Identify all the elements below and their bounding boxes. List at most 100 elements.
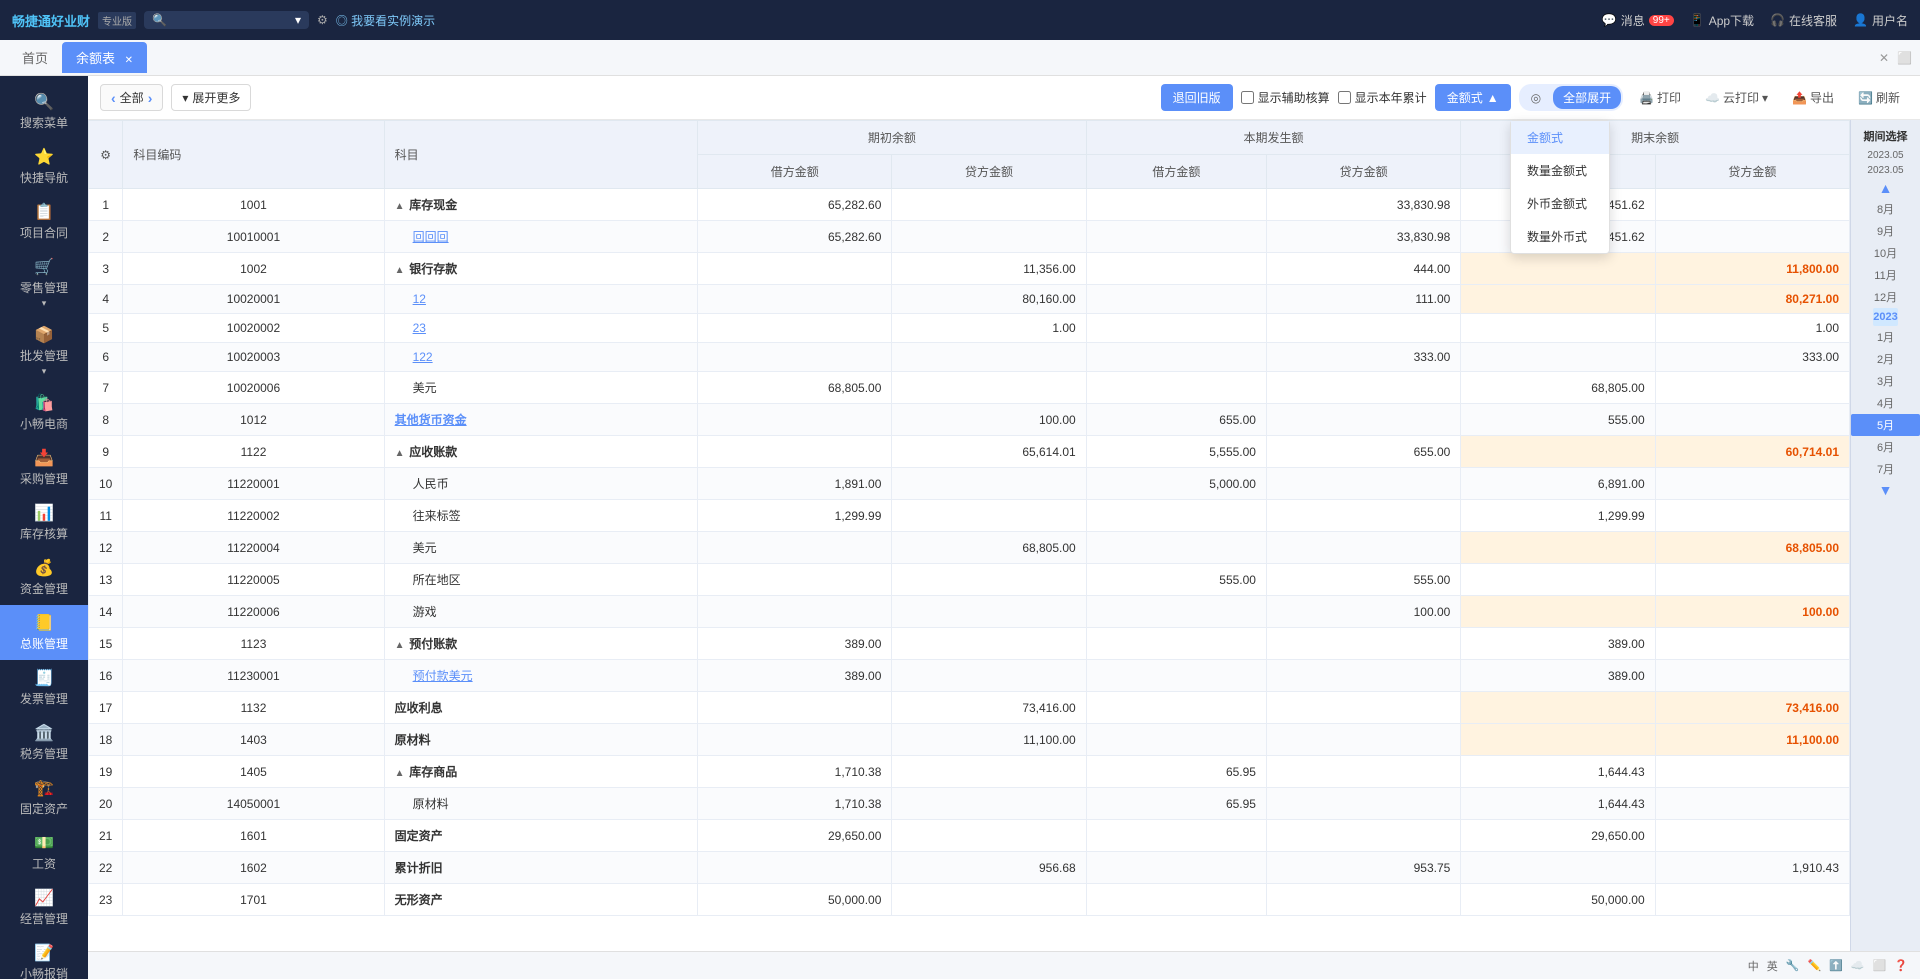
toggle-expand-all[interactable]: 全部展开 [1553, 86, 1621, 109]
lang-en-btn[interactable]: 英 [1767, 958, 1778, 974]
settings-icon[interactable]: ⚙ [317, 13, 328, 27]
month-10[interactable]: 10月 [1851, 242, 1920, 264]
month-1[interactable]: 1月 [1851, 326, 1920, 348]
toolbar: ‹ 全部 › ▾ 展开更多 退回旧版 显示辅助核算 显示本年累计 金额 [88, 76, 1920, 120]
cell-rownum: 15 [89, 628, 123, 660]
account-name: 美元 [413, 381, 437, 395]
user-label: 用户名 [1872, 12, 1908, 29]
sidebar-item-inventory[interactable]: 📊 库存核算 [0, 495, 88, 550]
expand-btn[interactable]: ▾ 展开更多 [171, 84, 251, 111]
inventory-icon: 📊 [34, 503, 54, 523]
refresh-btn[interactable]: 🔄 刷新 [1850, 85, 1908, 110]
sidebar-item-project[interactable]: 📋 项目合同 [0, 194, 88, 249]
month-9[interactable]: 9月 [1851, 220, 1920, 242]
cell-name[interactable]: 23 [384, 314, 697, 343]
tab-minimize-icon[interactable]: ✕ [1879, 51, 1889, 65]
print-label: 打印 [1657, 89, 1681, 106]
settings-icon[interactable]: ⚙ [100, 148, 111, 162]
search-box[interactable]: 🔍 ▾ [144, 11, 309, 29]
cell-name[interactable]: 12 [384, 285, 697, 314]
cell-cl-credit: 100.00 [1655, 596, 1849, 628]
tool4-btn[interactable]: ☁️ [1851, 959, 1865, 972]
tab-actions: ✕ ⬜ [1879, 51, 1912, 65]
cloud-print-btn[interactable]: ☁️ 云打印 ▾ [1697, 85, 1776, 110]
month-8[interactable]: 8月 [1851, 198, 1920, 220]
dropdown-item-qty-foreign[interactable]: 数量外币式 [1511, 220, 1609, 253]
expand-icon[interactable]: ▲ [395, 640, 408, 651]
cell-name[interactable]: 其他货币资金 [384, 404, 697, 436]
tool1-btn[interactable]: 🔧 [1786, 959, 1800, 972]
cell-ob-debit [698, 285, 892, 314]
cell-name[interactable]: 回回回 [384, 221, 697, 253]
messages-btn[interactable]: 💬 消息 99+ [1602, 12, 1674, 29]
sidebar-item-ledger[interactable]: 📒 总账管理 [0, 605, 88, 660]
expand-icon[interactable]: ▲ [395, 768, 408, 779]
cell-name: 无形资产 [384, 884, 697, 916]
show-ytd-checkbox[interactable] [1338, 91, 1351, 104]
sidebar-item-retail[interactable]: 🛒 零售管理 ▾ [0, 249, 88, 317]
year-2023[interactable]: 2023 [1873, 308, 1897, 326]
table-row: 1011220001人民币1,891.005,000.006,891.00 [89, 468, 1850, 500]
lang-zh-btn[interactable]: 中 [1748, 958, 1759, 974]
filter-btn[interactable]: ‹ 全部 › [100, 84, 163, 111]
tool5-btn[interactable]: ⬜ [1873, 959, 1887, 972]
sidebar-label-ecommerce: 小畅电商 [20, 415, 68, 432]
cell-ob-debit [698, 692, 892, 724]
print-btn[interactable]: 🖨️ 打印 [1631, 85, 1689, 110]
sidebar-item-expense[interactable]: 📝 小畅报销 [0, 935, 88, 979]
export-btn[interactable]: 📤 导出 [1784, 85, 1842, 110]
tool6-btn[interactable]: ❓ [1894, 959, 1908, 972]
display-mode-btn[interactable]: 金额式 ▲ [1435, 84, 1511, 111]
month-12[interactable]: 12月 [1851, 286, 1920, 308]
main-layout: 🔍 搜索菜单 ⭐ 快捷导航 📋 项目合同 🛒 零售管理 ▾ 📦 批发管理 ▾ 🛍… [0, 76, 1920, 979]
download-btn[interactable]: 📱 App下载 [1690, 12, 1754, 29]
tab-balance[interactable]: 余额表 ✕ [62, 42, 147, 73]
back-old-version-btn[interactable]: 退回旧版 [1161, 84, 1233, 111]
toggle-collapse[interactable]: ◎ [1521, 88, 1551, 108]
sidebar-item-assets[interactable]: 🏗️ 固定资产 [0, 770, 88, 825]
prev-year-arrow[interactable]: ▲ [1877, 178, 1895, 198]
sidebar-item-tax[interactable]: 🏛️ 税务管理 [0, 715, 88, 770]
user-btn[interactable]: 👤 用户名 [1853, 12, 1908, 29]
sidebar-item-operations[interactable]: 📈 经营管理 [0, 880, 88, 935]
next-year-arrow[interactable]: ▼ [1877, 480, 1895, 500]
expand-icon[interactable]: ▲ [395, 201, 408, 212]
tab-maximize-icon[interactable]: ⬜ [1897, 51, 1912, 65]
month-2[interactable]: 2月 [1851, 348, 1920, 370]
sidebar-item-wholesale[interactable]: 📦 批发管理 ▾ [0, 317, 88, 385]
tool3-btn[interactable]: ⬆️ [1829, 959, 1843, 972]
month-7[interactable]: 7月 [1851, 458, 1920, 480]
tab-close-icon[interactable]: ✕ [125, 55, 133, 66]
show-auxiliary-checkbox[interactable] [1241, 91, 1254, 104]
tool2-btn[interactable]: ✏️ [1807, 959, 1821, 972]
cell-rownum: 8 [89, 404, 123, 436]
cell-name[interactable]: 预付款美元 [384, 660, 697, 692]
dropdown-item-foreign-amount[interactable]: 外币金额式 [1511, 187, 1609, 220]
month-11[interactable]: 11月 [1851, 264, 1920, 286]
cell-cp-debit [1086, 253, 1266, 285]
demo-link[interactable]: ◎ 我要看实例演示 [336, 12, 435, 29]
month-4[interactable]: 4月 [1851, 392, 1920, 414]
sidebar-item-invoice[interactable]: 🧾 发票管理 [0, 660, 88, 715]
month-5[interactable]: 5月 [1851, 414, 1920, 436]
service-btn[interactable]: 🎧 在线客服 [1770, 12, 1837, 29]
th-settings[interactable]: ⚙ [89, 121, 123, 189]
month-6[interactable]: 6月 [1851, 436, 1920, 458]
cell-cl-credit [1655, 468, 1849, 500]
dropdown-item-amount[interactable]: 金额式 [1511, 121, 1609, 154]
sidebar-item-nav[interactable]: ⭐ 快捷导航 [0, 139, 88, 194]
expand-icon[interactable]: ▲ [395, 265, 408, 276]
cell-name[interactable]: 122 [384, 343, 697, 372]
month-3[interactable]: 3月 [1851, 370, 1920, 392]
sidebar-item-purchase[interactable]: 📥 采购管理 [0, 440, 88, 495]
sidebar-label-assets: 固定资产 [20, 800, 68, 817]
dropdown-item-qty-amount[interactable]: 数量金额式 [1511, 154, 1609, 187]
search-input[interactable] [171, 13, 291, 27]
sidebar-item-search[interactable]: 🔍 搜索菜单 [0, 84, 88, 139]
sidebar-item-salary[interactable]: 💵 工资 [0, 825, 88, 880]
cell-code: 14050001 [123, 788, 384, 820]
tab-home[interactable]: 首页 [8, 42, 62, 73]
sidebar-item-ecommerce[interactable]: 🛍️ 小畅电商 [0, 385, 88, 440]
sidebar-item-funds[interactable]: 💰 资金管理 [0, 550, 88, 605]
expand-icon[interactable]: ▲ [395, 448, 408, 459]
